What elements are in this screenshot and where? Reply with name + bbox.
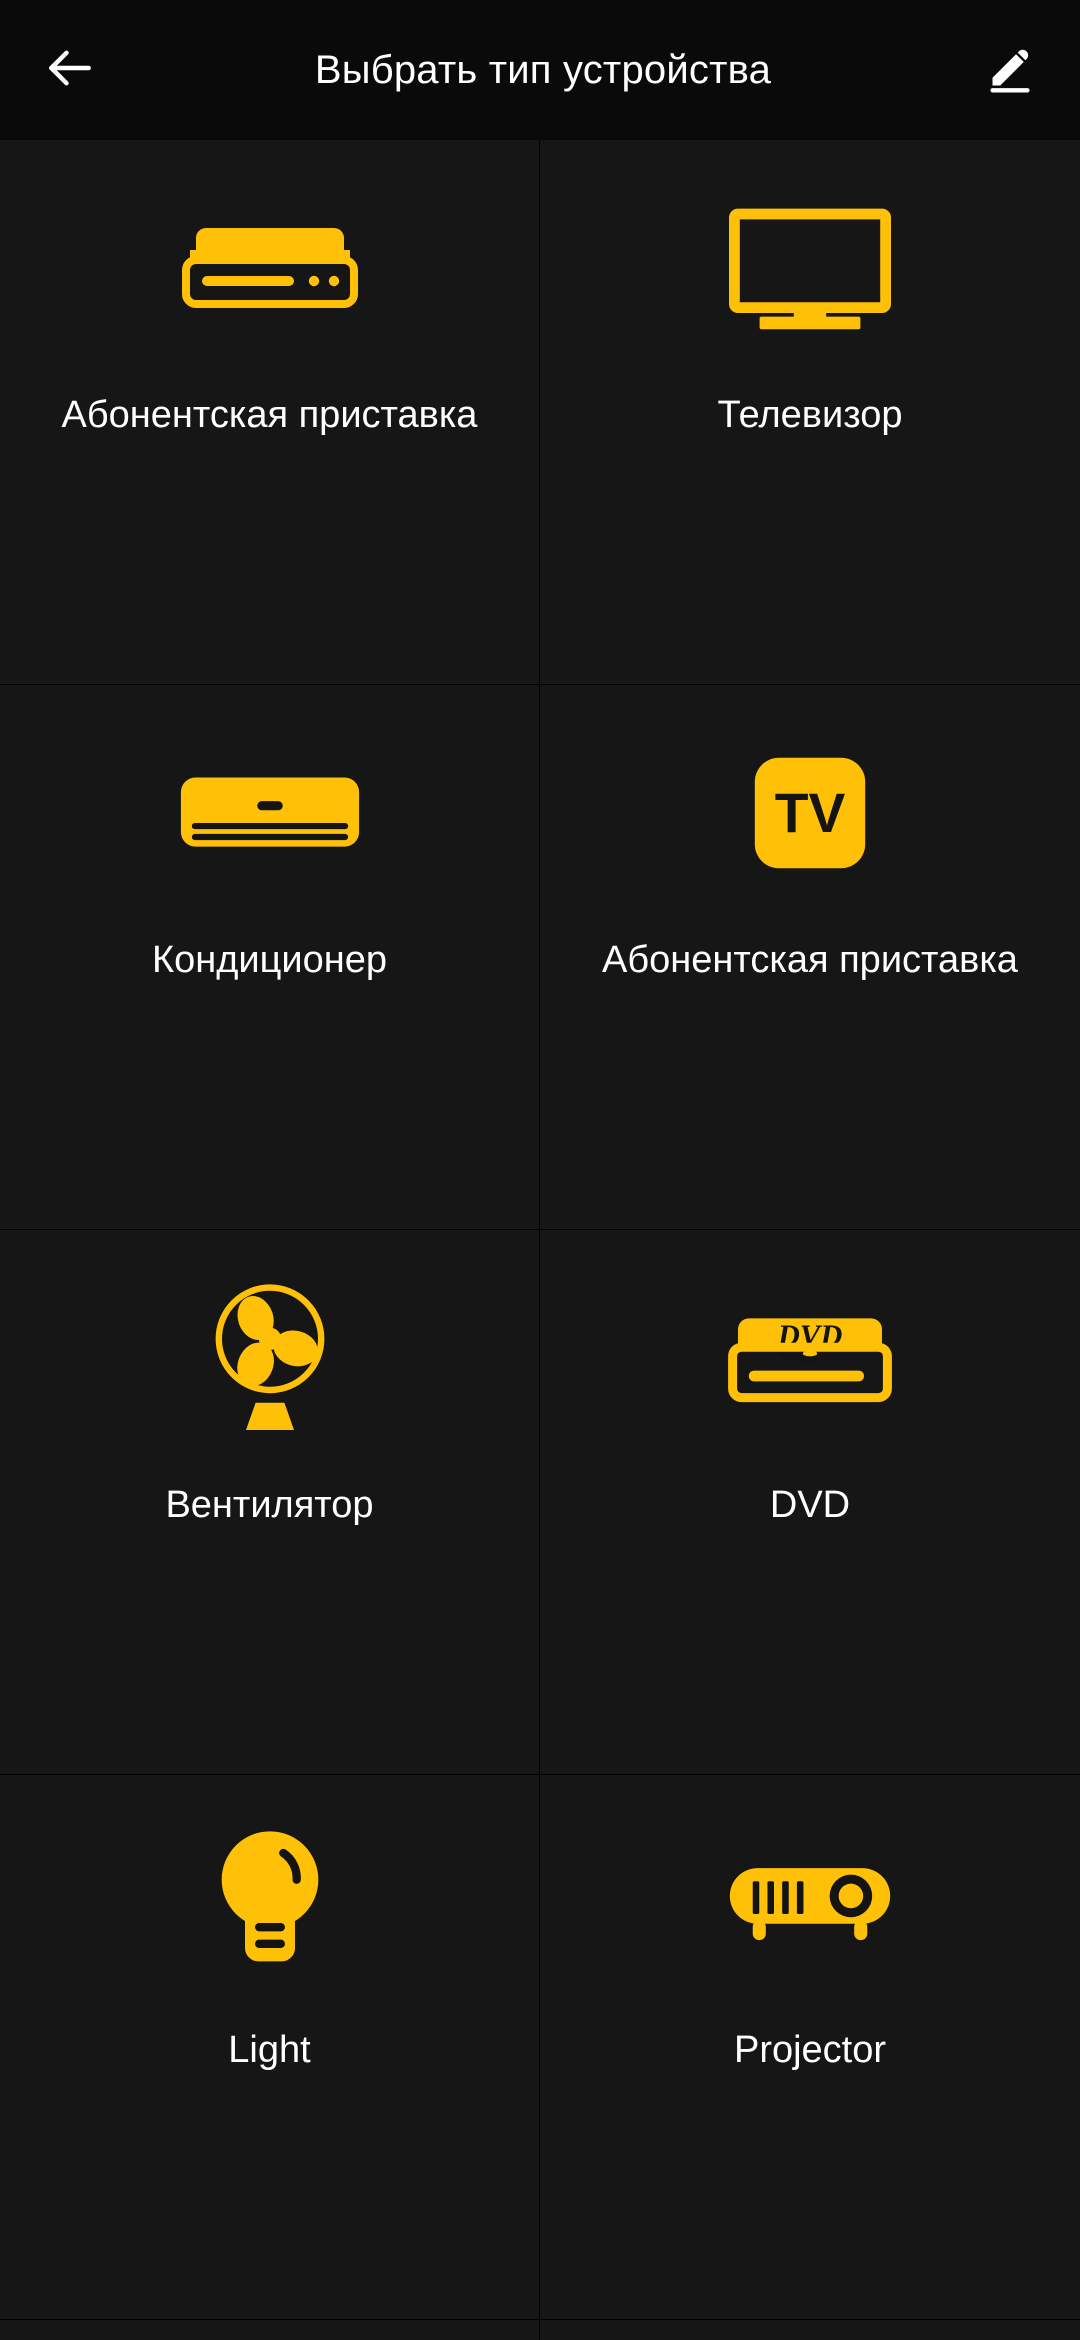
fan-icon	[0, 1230, 539, 1485]
grid-item-dvd[interactable]: DVD DVD	[540, 1230, 1080, 1775]
svg-text:TV: TV	[775, 782, 846, 844]
television-icon	[540, 140, 1080, 395]
grid-item-tv[interactable]: Телевизор	[540, 140, 1080, 685]
grid-item-label: Вентилятор	[165, 1485, 374, 1526]
pencil-edit-icon	[982, 40, 1038, 101]
grid-item-label: Projector	[733, 2030, 887, 2071]
arrow-left-icon	[42, 40, 98, 101]
grid-item-stb-tv[interactable]: TV Абонентская приставка	[540, 685, 1080, 1230]
projector-icon	[540, 1775, 1080, 2030]
device-type-grid: Абонентская приставка Телевизор Кондицио…	[0, 140, 1080, 2340]
device-type-picker-screen: Выбрать тип устройства Абонентская прист…	[0, 0, 1080, 2340]
grid-item-label: Телевизор	[717, 395, 903, 436]
grid-item-projector[interactable]: Projector	[540, 1775, 1080, 2320]
grid-item-label: DVD	[769, 1485, 851, 1526]
grid-item-light[interactable]: Light	[0, 1775, 540, 2320]
back-button[interactable]	[0, 0, 140, 140]
dvd-player-icon: DVD	[540, 1230, 1080, 1485]
grid-item-air-conditioner[interactable]: Кондиционер	[0, 685, 540, 1230]
grid-item-label: Абонентская приставка	[61, 395, 478, 436]
light-bulb-icon	[0, 1775, 539, 2030]
app-bar: Выбрать тип устройства	[0, 0, 1080, 140]
grid-item-fan[interactable]: Вентилятор	[0, 1230, 540, 1775]
grid-item-set-top-box[interactable]: Абонентская приставка	[0, 140, 540, 685]
grid-item-placeholder[interactable]	[0, 2320, 540, 2340]
page-title: Выбрать тип устройства	[314, 47, 772, 92]
grid-item-placeholder[interactable]	[540, 2320, 1080, 2340]
grid-item-label: Light	[228, 2030, 311, 2071]
grid-item-label: Абонентская приставка	[602, 940, 1018, 981]
tv-badge-icon: TV	[540, 685, 1080, 940]
edit-button[interactable]	[940, 0, 1080, 140]
grid-item-label: Кондиционер	[151, 940, 388, 981]
set-top-box-icon	[0, 140, 539, 395]
air-conditioner-icon	[0, 685, 539, 940]
